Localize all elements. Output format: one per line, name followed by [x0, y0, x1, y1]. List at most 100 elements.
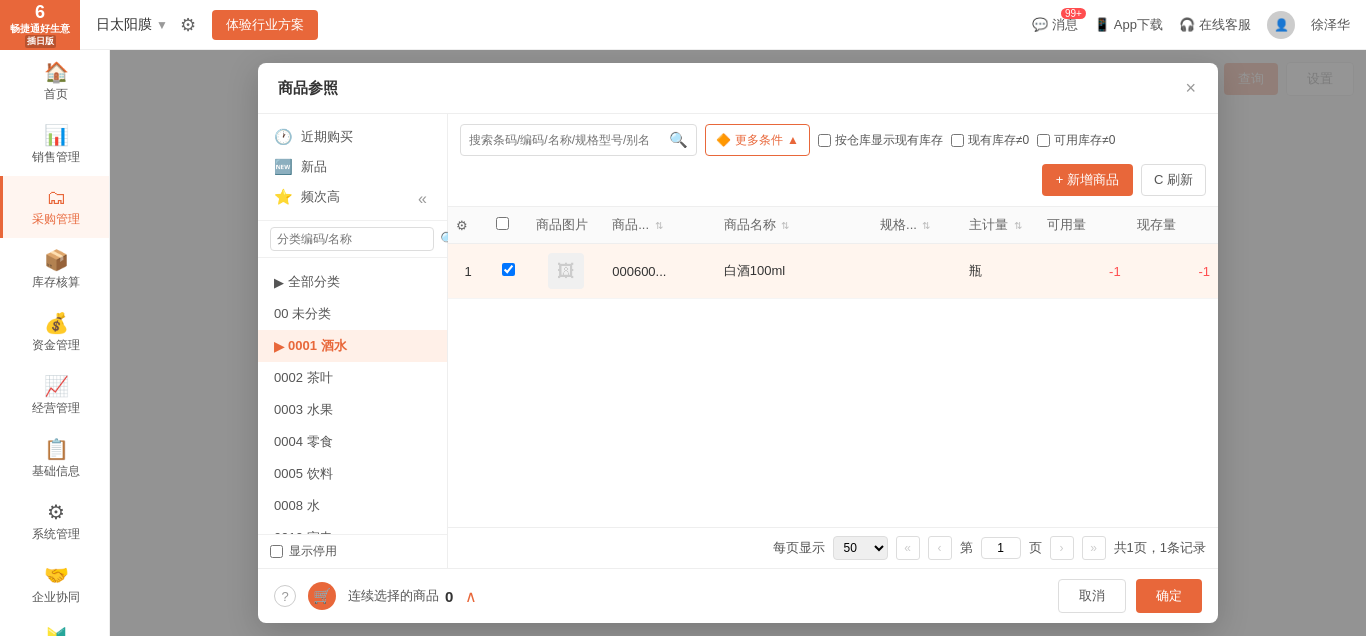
current-stock-checkbox[interactable] [951, 134, 964, 147]
confirm-button[interactable]: 确定 [1136, 579, 1202, 613]
footer-left: ? 🛒 连续选择的商品 0 ∧ [274, 582, 477, 610]
enterprise-icon: 🤝 [44, 563, 69, 587]
cat-00[interactable]: 00 未分类 [258, 298, 447, 330]
sidebar-item-guide[interactable]: 🔰 新手引导 [0, 616, 109, 636]
cat-0004[interactable]: 0004 零食 [258, 426, 447, 458]
col-header-code[interactable]: 商品... ⇅ [604, 207, 716, 244]
page-total: 共1页，1条记录 [1114, 539, 1206, 557]
toolbar-right: + 新增商品 C 刷新 [1042, 164, 1206, 196]
settings-icon[interactable]: ⚙ [180, 14, 196, 36]
sidebar-item-label: 经营管理 [32, 400, 80, 417]
quick-new[interactable]: 🆕 新品 [270, 152, 357, 182]
quick-recent-label: 近期购买 [301, 128, 353, 146]
experience-button[interactable]: 体验行业方案 [212, 10, 318, 40]
home-icon: 🏠 [44, 60, 69, 84]
sales-icon: 📊 [44, 123, 69, 147]
cat-0002[interactable]: 0002 茶叶 [258, 362, 447, 394]
cat-0001[interactable]: ▶ 0001 酒水 [258, 330, 447, 362]
col-header-check [488, 207, 528, 244]
next-page-button[interactable]: › [1050, 536, 1074, 560]
finance-icon: 💰 [44, 311, 69, 335]
modal-body: 🕐 近期购买 🆕 新品 ⭐ 频次高 [258, 114, 1218, 568]
sidebar-item-system[interactable]: ⚙ 系统管理 [0, 490, 109, 553]
cancel-button[interactable]: 取消 [1058, 579, 1126, 613]
quick-categories: 🕐 近期购买 🆕 新品 ⭐ 频次高 [258, 114, 447, 221]
sidebar-item-inventory[interactable]: 📦 库存核算 [0, 238, 109, 301]
last-page-button[interactable]: » [1082, 536, 1106, 560]
cat-0005[interactable]: 0005 饮料 [258, 458, 447, 490]
show-disabled-checkbox[interactable] [270, 545, 283, 558]
col-header-image: 商品图片 [528, 207, 604, 244]
sidebar-item-sales[interactable]: 📊 销售管理 [0, 113, 109, 176]
cat-0001-label: 0001 酒水 [288, 337, 347, 355]
sidebar-item-home[interactable]: 🏠 首页 [0, 50, 109, 113]
cat-0008[interactable]: 0008 水 [258, 490, 447, 522]
headset-icon: 🎧 [1179, 17, 1195, 32]
gear-icon[interactable]: ⚙ [456, 218, 468, 233]
warehouse-filter[interactable]: 按仓库显示现有库存 [818, 132, 943, 149]
count-badge: 0 [445, 588, 453, 605]
cat-0001-arrow: ▶ [274, 339, 284, 354]
col-header-available: 可用量 [1039, 207, 1128, 244]
sidebar-item-finance[interactable]: 💰 资金管理 [0, 301, 109, 364]
product-search-input[interactable] [461, 133, 661, 147]
cat-all-arrow: ▶ [274, 275, 284, 290]
username: 徐泽华 [1311, 16, 1350, 34]
online-service-button[interactable]: 🎧 在线客服 [1179, 16, 1251, 34]
messages-badge: 99+ [1061, 8, 1086, 19]
modal-close-button[interactable]: × [1183, 77, 1198, 99]
col-header-unit[interactable]: 主计量 ⇅ [961, 207, 1039, 244]
product-search-icon[interactable]: 🔍 [661, 131, 696, 149]
table-row[interactable]: 1 🖼 000600... 白酒100ml [448, 244, 1218, 299]
sidebar-item-purchase[interactable]: 🗂 采购管理 [0, 176, 109, 238]
quick-recent[interactable]: 🕐 近期购买 [270, 122, 357, 152]
sidebar-item-enterprise[interactable]: 🤝 企业协同 [0, 553, 109, 616]
available-stock-filter[interactable]: 可用库存≠0 [1037, 132, 1115, 149]
app-download-label: App下载 [1114, 16, 1163, 34]
show-disabled-section: 显示停用 [258, 534, 447, 568]
cart-icon[interactable]: 🛒 [308, 582, 336, 610]
user-avatar[interactable]: 👤 [1267, 11, 1295, 39]
cat-0010[interactable]: 0010 家电 [258, 522, 447, 534]
page-unit: 页 [1029, 539, 1042, 557]
cat-all-label: 全部分类 [288, 273, 340, 291]
refresh-button[interactable]: C 刷新 [1141, 164, 1206, 196]
available-stock-checkbox[interactable] [1037, 134, 1050, 147]
category-collapse-button[interactable]: « [410, 186, 435, 212]
col-header-name[interactable]: 商品名称 ⇅ [716, 207, 872, 244]
cat-0003[interactable]: 0003 水果 [258, 394, 447, 426]
cell-name: 白酒100ml [716, 244, 872, 299]
col-header-spec[interactable]: 规格... ⇅ [872, 207, 961, 244]
messages-button[interactable]: 💬 消息 99+ [1032, 16, 1078, 34]
sidebar-item-operations[interactable]: 📈 经营管理 [0, 364, 109, 427]
category-search: 🔍 [258, 221, 447, 258]
add-product-button[interactable]: + 新增商品 [1042, 164, 1133, 196]
sidebar-item-basic-info[interactable]: 📋 基础信息 [0, 427, 109, 490]
first-page-button[interactable]: « [896, 536, 920, 560]
more-filters-button[interactable]: 🔶 更多条件 ▲ [705, 124, 810, 156]
cat-all[interactable]: ▶ 全部分类 [258, 266, 447, 298]
quick-frequent[interactable]: ⭐ 频次高 [270, 182, 357, 212]
page-size-select[interactable]: 20 50 100 200 [833, 536, 888, 560]
sidebar-item-label: 企业协同 [32, 589, 80, 606]
product-table: ⚙ 商品图片 商品... ⇅ [448, 207, 1218, 299]
inventory-icon: 📦 [44, 248, 69, 272]
guide-icon: 🔰 [44, 626, 69, 636]
current-stock-filter[interactable]: 现有库存≠0 [951, 132, 1029, 149]
logo-text: 畅捷通好生意 [10, 23, 70, 35]
prev-page-button[interactable]: ‹ [928, 536, 952, 560]
row-checkbox[interactable] [502, 263, 515, 276]
page-number-input[interactable] [981, 537, 1021, 559]
warehouse-checkbox[interactable] [818, 134, 831, 147]
help-icon[interactable]: ? [274, 585, 296, 607]
category-search-input[interactable] [270, 227, 434, 251]
cat-0004-label: 0004 零食 [274, 433, 333, 451]
category-panel: 🕐 近期购买 🆕 新品 ⭐ 频次高 [258, 114, 448, 568]
filter-arrow-icon: ▲ [787, 133, 799, 147]
show-disabled-label: 显示停用 [289, 543, 337, 560]
select-all-checkbox[interactable] [496, 217, 509, 230]
sort-icon-code: ⇅ [655, 220, 663, 231]
store-selector[interactable]: 日太阳膜 ▼ [96, 16, 168, 34]
app-download-button[interactable]: 📱 App下载 [1094, 16, 1163, 34]
collapse-icon[interactable]: ∧ [465, 587, 477, 606]
